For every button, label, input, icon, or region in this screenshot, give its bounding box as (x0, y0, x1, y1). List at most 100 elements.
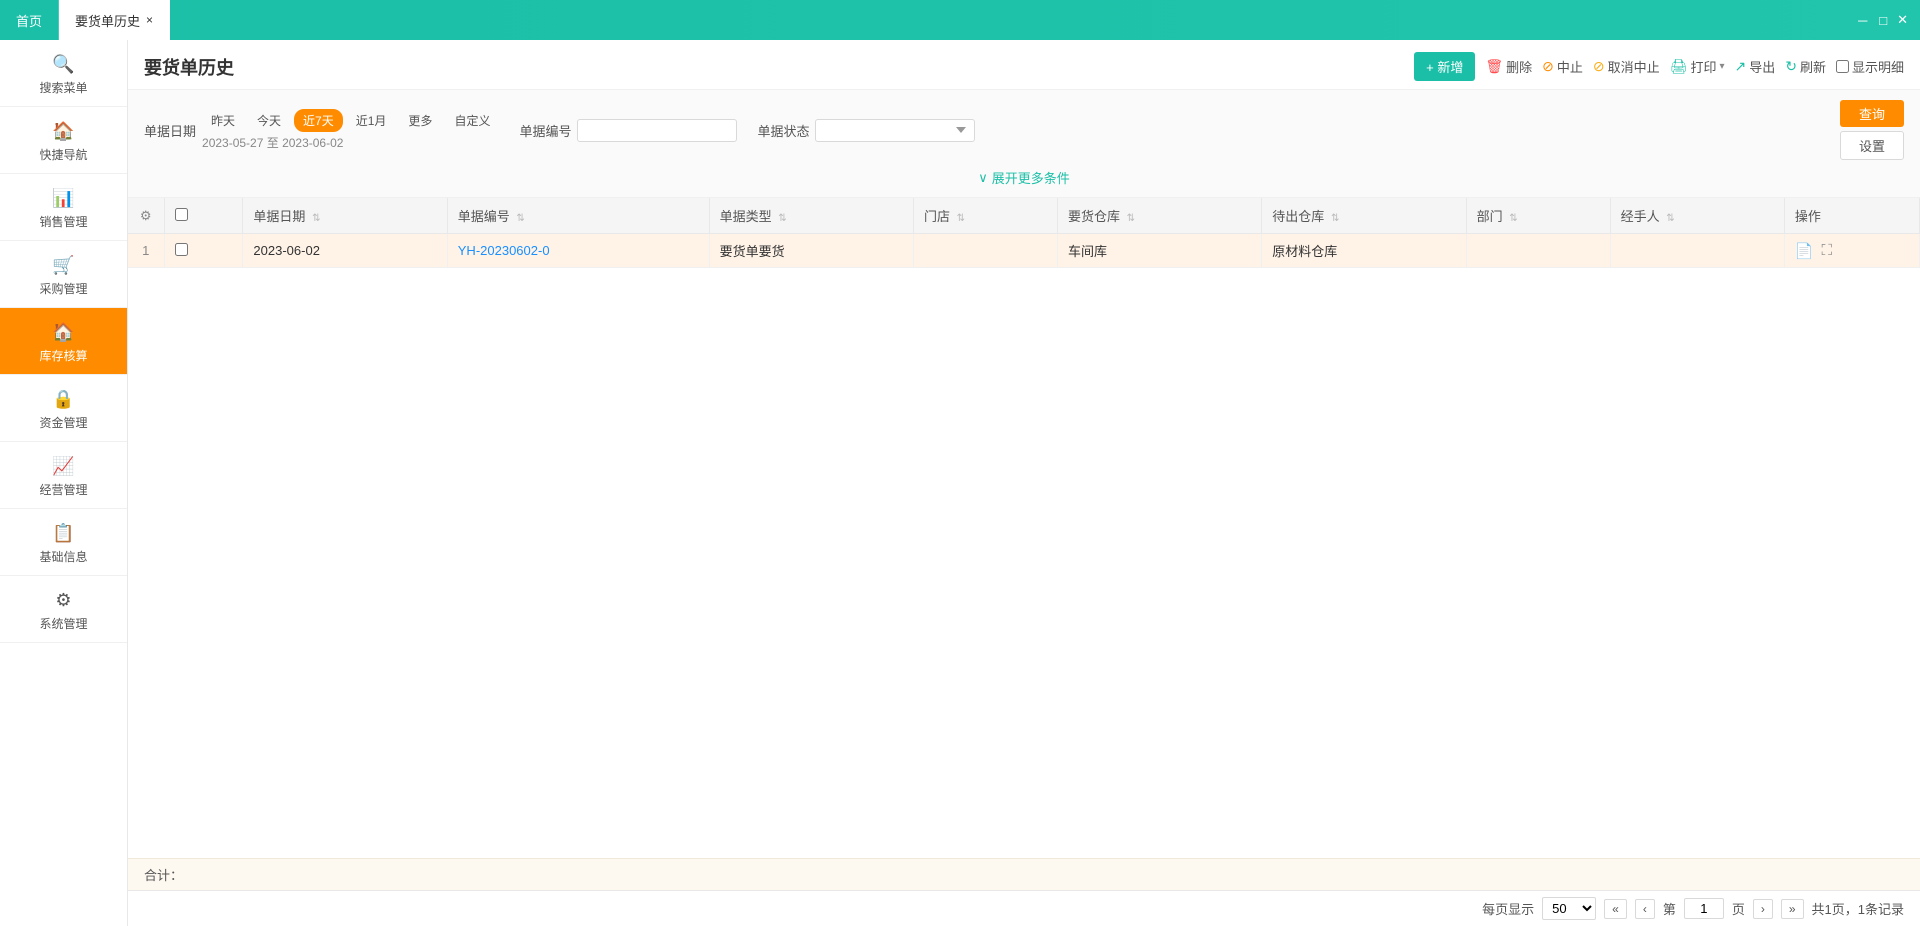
sidebar-item-purchase-mgmt[interactable]: 🛒 采购管理 (0, 241, 127, 308)
dept-column-header[interactable]: 部门 ⇅ (1466, 198, 1610, 234)
table-footer: 合计： (128, 858, 1920, 890)
op-column-header: 操作 (1784, 198, 1919, 234)
per-page-select[interactable]: 50 20 100 (1542, 897, 1596, 920)
row-pending-warehouse: 原材料仓库 (1262, 234, 1466, 268)
show-detail-checkbox[interactable] (1836, 60, 1849, 73)
sidebar-item-inventory[interactable]: 🏠 库存核算 (0, 308, 127, 375)
handler-label: 经手人 (1621, 209, 1660, 224)
query-buttons: 查询 设置 (1840, 100, 1904, 160)
stop-label: 中止 (1557, 57, 1583, 76)
doc-type-label: 单据类型 (720, 209, 772, 224)
refresh-button[interactable]: ↻ 刷新 (1785, 57, 1826, 76)
tab-home[interactable]: 首页 (0, 0, 59, 40)
date-btn-7days[interactable]: 近7天 (294, 109, 343, 132)
row-op-cell: 📄 ⛶ (1784, 234, 1919, 268)
doc-no-filter: 单据编号 (519, 119, 737, 142)
tab-list: 首页 要货单历史 × (0, 0, 170, 40)
sidebar-item-finance-mgmt[interactable]: 🔒 资金管理 (0, 375, 127, 442)
sidebar-item-ops-label: 经营管理 (39, 481, 87, 498)
tab-close-icon[interactable]: × (146, 13, 153, 27)
select-all-checkbox[interactable] (175, 208, 188, 221)
pagination-bar: 每页显示 50 20 100 « ‹ 第 页 › » 共1页，1条记录 (128, 890, 1920, 926)
row-doc-date: 2023-06-02 (243, 234, 447, 268)
minimize-icon[interactable]: － (1856, 11, 1869, 30)
doc-date-sort-icon: ⇅ (312, 213, 320, 224)
date-btn-custom[interactable]: 自定义 (445, 109, 499, 132)
total-records-label: 共1页，1条记录 (1812, 899, 1904, 918)
store-column-header[interactable]: 门店 ⇅ (913, 198, 1057, 234)
prev-page-button[interactable]: ‹ (1635, 899, 1655, 919)
first-page-button[interactable]: « (1604, 899, 1627, 919)
status-select[interactable] (815, 119, 975, 142)
sales-mgmt-icon: 📊 (52, 188, 74, 209)
print-icon: 🖨 (1670, 58, 1688, 75)
row-edit-icon[interactable]: 📄 (1795, 242, 1814, 260)
per-page-label: 每页显示 (1482, 899, 1534, 918)
close-window-icon[interactable]: ✕ (1897, 12, 1908, 28)
ops-mgmt-icon: 📈 (52, 456, 74, 477)
req-warehouse-sort-icon: ⇅ (1127, 213, 1135, 224)
row-delete-icon[interactable]: ⛶ (1822, 242, 1833, 260)
next-page-button[interactable]: › (1753, 899, 1773, 919)
cancel-stop-icon: ⊘ (1593, 58, 1605, 75)
show-detail-toggle[interactable]: 显示明细 (1836, 57, 1904, 76)
filter-bar: 单据日期 昨天 今天 近7天 近1月 更多 自定义 2023-05-27 至 2… (128, 90, 1920, 198)
row-checkbox[interactable] (175, 243, 188, 256)
sidebar-item-ops-mgmt[interactable]: 📈 经营管理 (0, 442, 127, 509)
expand-more-button[interactable]: ∨ 展开更多条件 (144, 164, 1904, 191)
doc-no-sort-icon: ⇅ (516, 213, 524, 224)
delete-icon: 🗑 (1485, 58, 1503, 75)
data-table: ⚙ 单据日期 ⇅ 单据编号 ⇅ 单据类型 (128, 198, 1920, 268)
stop-button[interactable]: ⊘ 中止 (1542, 57, 1583, 76)
sidebar-item-sales-label: 销售管理 (39, 213, 87, 230)
content-area: 要货单历史 + 新增 🗑 删除 ⊘ 中止 ⊘ 取消中止 🖨 打印 (128, 40, 1920, 926)
dept-label: 部门 (1477, 209, 1503, 224)
sidebar-item-quick-nav[interactable]: 🏠 快捷导航 (0, 107, 127, 174)
doc-type-sort-icon: ⇅ (778, 213, 786, 224)
sidebar-item-system-label: 系统管理 (39, 615, 87, 632)
doc-no-input[interactable] (577, 119, 737, 142)
op-icons: 📄 ⛶ (1795, 242, 1909, 260)
req-warehouse-column-header[interactable]: 要货仓库 ⇅ (1057, 198, 1261, 234)
doc-date-label: 单据日期 (253, 209, 305, 224)
status-label: 单据状态 (757, 121, 809, 140)
doc-type-column-header[interactable]: 单据类型 ⇅ (709, 198, 913, 234)
sidebar-item-search-menu[interactable]: 🔍 搜索菜单 (0, 40, 127, 107)
new-button[interactable]: + 新增 (1414, 52, 1475, 81)
finance-mgmt-icon: 🔒 (52, 389, 74, 410)
date-filter-label: 单据日期 (144, 121, 196, 140)
row-doc-type: 要货单要货 (709, 234, 913, 268)
delete-button[interactable]: 🗑 删除 (1485, 57, 1532, 76)
doc-date-column-header[interactable]: 单据日期 ⇅ (243, 198, 447, 234)
settings-column-header[interactable]: ⚙ (128, 198, 164, 234)
maximize-icon[interactable]: □ (1879, 13, 1887, 28)
date-btn-more[interactable]: 更多 (399, 109, 441, 132)
sidebar-item-system-mgmt[interactable]: ⚙ 系统管理 (0, 576, 127, 643)
basic-info-icon: 📋 (52, 523, 74, 544)
print-label: 打印 (1690, 57, 1716, 76)
sidebar-item-sales-mgmt[interactable]: 📊 销售管理 (0, 174, 127, 241)
doc-no-label: 单据编号 (519, 121, 571, 140)
sidebar-item-basic-info[interactable]: 📋 基础信息 (0, 509, 127, 576)
print-button[interactable]: 🖨 打印 ▾ (1670, 57, 1725, 76)
set-button[interactable]: 设置 (1840, 131, 1904, 160)
date-btn-today[interactable]: 今天 (248, 109, 290, 132)
handler-sort-icon: ⇅ (1666, 213, 1674, 224)
inventory-icon: 🏠 (52, 322, 74, 343)
sidebar-item-inventory-label: 库存核算 (39, 347, 87, 364)
tab-requisition-history[interactable]: 要货单历史 × (59, 0, 170, 40)
pending-warehouse-column-header[interactable]: 待出仓库 ⇅ (1262, 198, 1466, 234)
page-suffix: 页 (1732, 899, 1745, 918)
row-dept (1466, 234, 1610, 268)
date-btn-1month[interactable]: 近1月 (347, 109, 396, 132)
date-btn-yesterday[interactable]: 昨天 (202, 109, 244, 132)
handler-column-header[interactable]: 经手人 ⇅ (1610, 198, 1784, 234)
last-page-button[interactable]: » (1781, 899, 1804, 919)
export-button[interactable]: ↗ 导出 (1734, 57, 1775, 76)
query-button[interactable]: 查询 (1840, 100, 1904, 127)
doc-no-column-header[interactable]: 单据编号 ⇅ (447, 198, 709, 234)
cancel-stop-button[interactable]: ⊘ 取消中止 (1593, 57, 1660, 76)
page-number-input[interactable] (1684, 898, 1724, 919)
filter-row-1: 单据日期 昨天 今天 近7天 近1月 更多 自定义 2023-05-27 至 2… (144, 100, 1904, 160)
row-doc-no[interactable]: YH-20230602-0 (447, 234, 709, 268)
